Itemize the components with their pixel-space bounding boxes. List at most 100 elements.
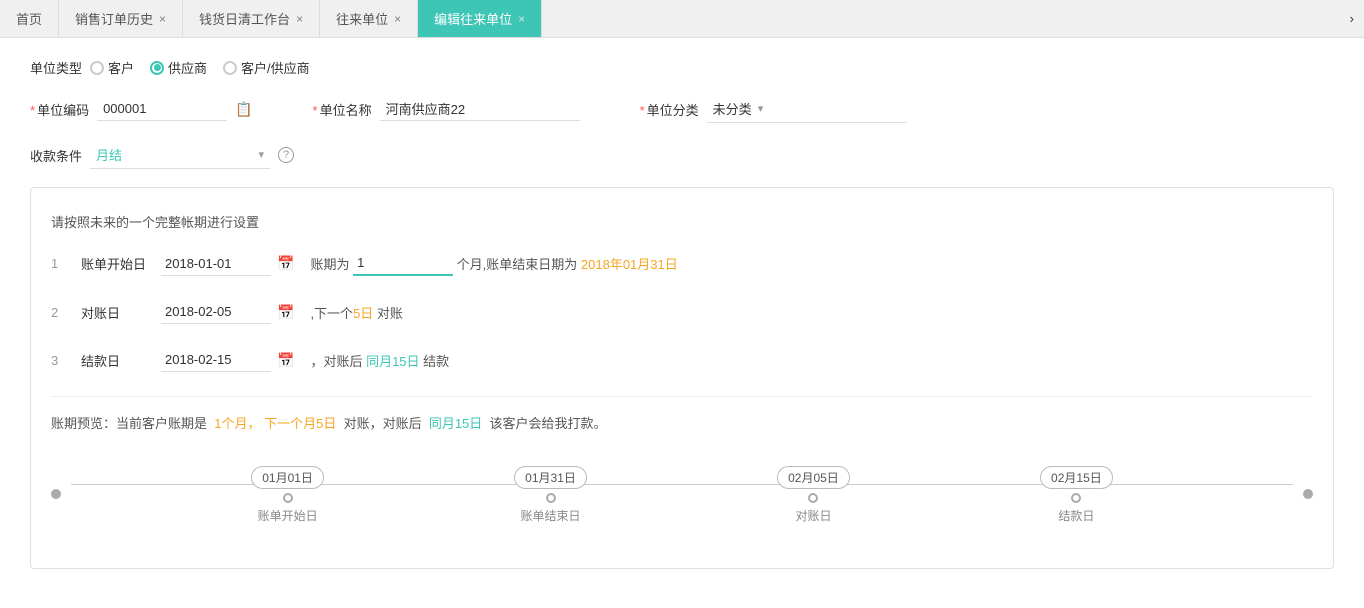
unit-category-group: 单位分类 未分类 ▾ [640, 95, 907, 123]
timeline-label-2: 账单结束日 [521, 507, 581, 524]
billing-row-3-prefix: ，对账后 [310, 351, 366, 370]
preview-payment-highlight: 同月15日 [429, 416, 482, 431]
timeline-date-badge-4: 02月15日 [1040, 466, 1113, 489]
radio-supplier[interactable]: 供应商 [150, 58, 207, 77]
chevron-right-icon: › [1350, 11, 1354, 26]
billing-start-date-input[interactable] [161, 252, 271, 276]
timeline-dot-3 [808, 493, 818, 503]
billing-settings-panel: 请按照未来的一个完整帐期进行设置 1 账单开始日 📅 账期为 个月,账单结束日期… [30, 187, 1334, 569]
payment-day-highlight: 同月15日 [366, 351, 419, 370]
billing-row-3-num: 3 [51, 353, 81, 368]
timeline-dot-4 [1071, 493, 1081, 503]
billing-row-1-label: 账单开始日 [81, 254, 161, 273]
billing-row-3-suffix: 结款 [420, 351, 450, 370]
timeline-container: 01月01日 账单开始日 01月31日 账单结束日 02月05日 对账日 [51, 456, 1313, 544]
payment-date-input[interactable] [161, 348, 271, 372]
unit-name-label: 单位名称 [313, 100, 372, 119]
tab-sales-order-history[interactable]: 销售订单历史 × [59, 0, 183, 37]
reconcile-date-calendar-icon[interactable]: 📅 [277, 304, 294, 321]
radio-both-circle [223, 61, 237, 75]
radio-both-label: 客户/供应商 [241, 58, 310, 77]
radio-customer-label: 客户 [108, 58, 134, 77]
timeline-node-end [1303, 466, 1313, 499]
timeline-node-1: 01月01日 账单开始日 [251, 466, 324, 524]
timeline-dot-end [1303, 489, 1313, 499]
tab-cash-work[interactable]: 钱货日清工作台 × [183, 0, 320, 37]
close-tab-sales-order-history[interactable]: × [159, 12, 166, 26]
timeline-date-badge-3: 02月05日 [777, 466, 850, 489]
billing-row-2-label: 对账日 [81, 303, 161, 322]
payment-term-row: 收款条件 月结 ▾ ? [30, 141, 1334, 169]
payment-term-label: 收款条件 [30, 146, 82, 165]
billing-period-input[interactable] [353, 251, 453, 276]
timeline-date-badge-1: 01月01日 [251, 466, 324, 489]
radio-supplier-circle [150, 61, 164, 75]
unit-info-row: 单位编码 📋 单位名称 单位分类 未分类 ▾ [30, 95, 1334, 123]
unit-type-group: 单位类型 客户 供应商 客户/供应商 [30, 58, 310, 77]
radio-customer[interactable]: 客户 [90, 58, 134, 77]
billing-row-1-prefix: 账期为 [310, 254, 353, 273]
unit-category-value: 未分类 [713, 99, 752, 118]
tab-partner-unit[interactable]: 往来单位 × [320, 0, 418, 37]
preview-text: 账期预览：当前客户账期是 1个月， 下一个月5日 对账，对账后 同月15日 该客… [51, 413, 1313, 432]
payment-term-dropdown-arrow-icon: ▾ [258, 148, 264, 161]
unit-category-label: 单位分类 [640, 100, 699, 119]
timeline-label-3: 对账日 [795, 507, 831, 524]
timeline-dot-2 [546, 493, 556, 503]
billing-row-1-suffix: 个月,账单结束日期为 [453, 254, 581, 273]
billing-row-3-label: 结款日 [81, 351, 161, 370]
preview-section: 账期预览：当前客户账期是 1个月， 下一个月5日 对账，对账后 同月15日 该客… [51, 396, 1313, 544]
timeline-date-badge-2: 01月31日 [514, 466, 587, 489]
unit-name-group: 单位名称 [313, 97, 580, 121]
unit-type-row: 单位类型 客户 供应商 客户/供应商 [30, 58, 1334, 77]
billing-row-2-prefix: ,下一个 [310, 303, 353, 322]
radio-customer-circle [90, 61, 104, 75]
unit-code-input[interactable] [97, 97, 227, 121]
reconcile-day-highlight: 5日 [353, 303, 373, 322]
payment-date-calendar-icon[interactable]: 📅 [277, 352, 294, 369]
billing-row-3: 3 结款日 📅 ，对账后 同月15日 结款 [51, 348, 1313, 372]
timeline-node-start [51, 466, 61, 499]
tab-bar: 首页 销售订单历史 × 钱货日清工作台 × 往来单位 × 编辑往来单位 × › [0, 0, 1364, 38]
radio-group-unit-type: 客户 供应商 客户/供应商 [90, 58, 310, 77]
billing-row-2-num: 2 [51, 305, 81, 320]
reconcile-date-input[interactable] [161, 300, 271, 324]
timeline-dot-1 [283, 493, 293, 503]
billing-row-1-num: 1 [51, 256, 81, 271]
preview-period-highlight: 1个月， [214, 416, 260, 431]
close-tab-edit-partner[interactable]: × [518, 12, 525, 26]
payment-term-dropdown[interactable]: 月结 ▾ [90, 141, 270, 169]
preview-label: 账期预览：当前客户账期是 [51, 416, 211, 431]
preview-end-text: 该客户会给我打款。 [486, 416, 607, 431]
main-content: 单位类型 客户 供应商 客户/供应商 单位编码 📋 [0, 38, 1364, 608]
timeline-label-1: 账单开始日 [258, 507, 318, 524]
unit-category-dropdown[interactable]: 未分类 ▾ [707, 95, 907, 123]
billing-end-date-highlight: 2018年01月31日 [581, 254, 678, 273]
billing-row-2: 2 对账日 📅 ,下一个 5日 对账 [51, 300, 1313, 324]
panel-title: 请按照未来的一个完整帐期进行设置 [51, 212, 1313, 231]
timeline-label-4: 结款日 [1058, 507, 1094, 524]
close-tab-cash-work[interactable]: × [296, 12, 303, 26]
payment-term-help-icon[interactable]: ? [278, 147, 294, 163]
radio-both[interactable]: 客户/供应商 [223, 58, 310, 77]
tab-home[interactable]: 首页 [0, 0, 59, 37]
category-dropdown-arrow-icon: ▾ [758, 102, 764, 115]
close-tab-partner-unit[interactable]: × [394, 12, 401, 26]
payment-term-group: 收款条件 月结 ▾ ? [30, 141, 294, 169]
unit-code-label: 单位编码 [30, 100, 89, 119]
billing-row-2-suffix: 对账 [373, 303, 403, 322]
unit-type-label: 单位类型 [30, 58, 82, 77]
payment-term-value: 月结 [96, 145, 252, 164]
tab-edit-partner[interactable]: 编辑往来单位 × [418, 0, 542, 37]
timeline-dot-start [51, 489, 61, 499]
billing-start-date-calendar-icon[interactable]: 📅 [277, 255, 294, 272]
tab-more-button[interactable]: › [1340, 0, 1364, 37]
billing-row-1: 1 账单开始日 📅 账期为 个月,账单结束日期为 2018年01月31日 [51, 251, 1313, 276]
timeline-items: 01月01日 账单开始日 01月31日 账单结束日 02月05日 对账日 [51, 466, 1313, 524]
unit-name-input[interactable] [380, 97, 580, 121]
unit-code-calendar-icon[interactable]: 📋 [235, 101, 252, 118]
timeline-node-2: 01月31日 账单结束日 [514, 466, 587, 524]
unit-code-group: 单位编码 📋 [30, 97, 253, 121]
billing-row-2-date-field: 📅 [161, 300, 294, 324]
preview-reconcile-highlight: 下一个月5日 [264, 416, 336, 431]
